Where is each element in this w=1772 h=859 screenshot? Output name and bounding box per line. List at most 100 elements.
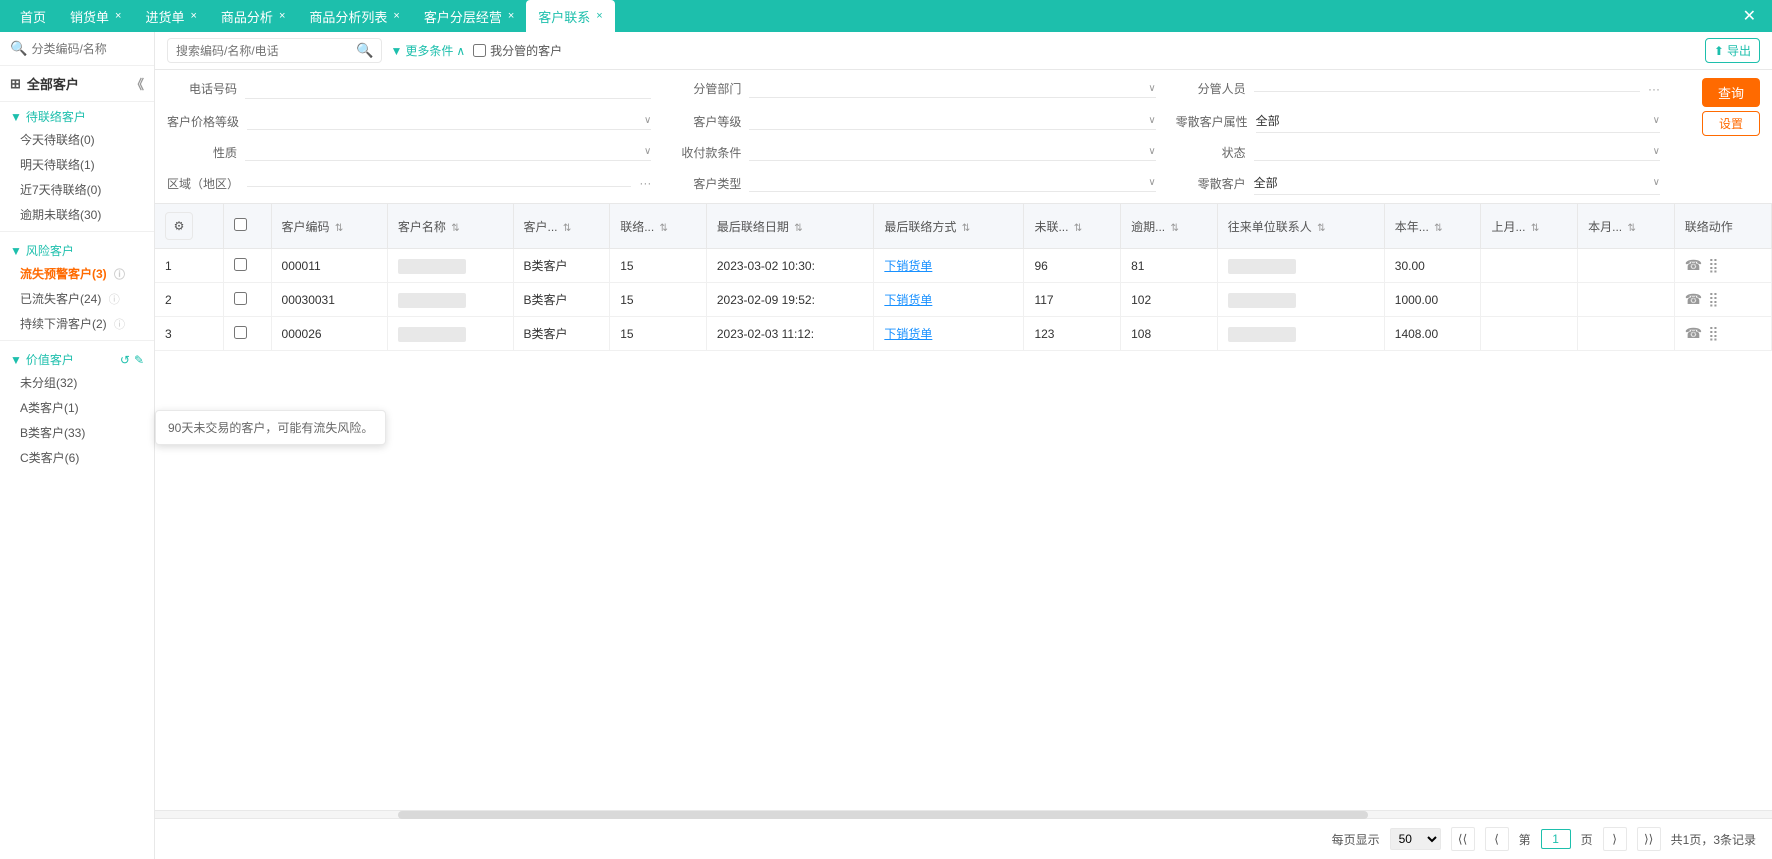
customer-type-chevron: ∨	[1148, 177, 1155, 188]
action-more-icon[interactable]: ⣿	[1708, 291, 1718, 308]
tab-customer-layer[interactable]: 客户分层经营 ×	[412, 0, 526, 32]
contact-method-link[interactable]: 下销货单	[884, 327, 932, 341]
tab-sales[interactable]: 销货单 ×	[58, 0, 133, 32]
payment-select[interactable]: ∨	[749, 143, 1155, 161]
tab-analysis-list[interactable]: 商品分析列表 ×	[297, 0, 411, 32]
tab-purchase-close[interactable]: ×	[190, 10, 196, 22]
edit-icon[interactable]: ✎	[134, 353, 144, 367]
th-last-method[interactable]: 最后联络方式 ⇅	[874, 204, 1024, 249]
zero-sale-attr-select[interactable]: 全部 ∨	[1256, 109, 1660, 133]
action-contact-icon[interactable]: ☎	[1685, 291, 1702, 308]
my-customers-checkbox[interactable]	[473, 44, 486, 57]
th-name[interactable]: 客户名称 ⇅	[387, 204, 513, 249]
sidebar-item-c-class[interactable]: C类客户(6)	[0, 445, 154, 470]
scrollbar-thumb[interactable]	[398, 811, 1368, 819]
manager-select[interactable]	[1254, 85, 1640, 92]
th-this-month-label: 本月...	[1588, 220, 1622, 234]
tab-customer-contact-close[interactable]: ×	[596, 10, 602, 22]
customer-level-select[interactable]: ∨	[749, 112, 1155, 130]
th-overdue[interactable]: 逾期... ⇅	[1121, 204, 1218, 249]
window-close-button[interactable]: ✕	[1735, 6, 1764, 26]
sidebar-search-input[interactable]	[31, 42, 144, 56]
sidebar-item-declining[interactable]: 持续下滑客户(2) ⓘ	[0, 311, 154, 336]
status-select[interactable]: ∨	[1254, 143, 1660, 161]
sidebar-group-pending[interactable]: ▼ 待联络客户	[0, 102, 154, 127]
region-dots[interactable]: ···	[639, 176, 651, 190]
tab-home[interactable]: 首页	[8, 0, 58, 32]
th-name-label: 客户名称	[398, 220, 446, 234]
horizontal-scrollbar[interactable]	[155, 810, 1772, 818]
th-code-sort: ⇅	[335, 223, 343, 234]
tab-sales-close[interactable]: ×	[115, 10, 121, 22]
cell-uncontacted: 123	[1024, 317, 1121, 351]
th-type[interactable]: 客户... ⇅	[513, 204, 610, 249]
th-contact-person[interactable]: 往来单位联系人 ⇅	[1217, 204, 1384, 249]
sidebar-collapse-icon[interactable]: 《	[131, 74, 144, 93]
tab-analysis-label: 商品分析	[221, 7, 273, 26]
tab-analysis[interactable]: 商品分析 ×	[209, 0, 297, 32]
page-next-btn[interactable]: ⟩	[1603, 827, 1627, 851]
select-all-checkbox[interactable]	[234, 218, 247, 231]
dept-select[interactable]: ∨	[749, 80, 1155, 98]
export-button[interactable]: ⬆ 导出	[1705, 38, 1760, 63]
sidebar-item-7days[interactable]: 近7天待联络(0)	[0, 177, 154, 202]
region-select[interactable]	[247, 180, 631, 187]
table-settings-btn[interactable]: ⚙	[165, 212, 193, 240]
row-checkbox-2[interactable]	[234, 326, 247, 339]
sidebar-item-churn-warning[interactable]: 流失预警客户(3) ⓘ	[0, 261, 154, 286]
cell-check	[223, 283, 271, 317]
more-conditions-btn[interactable]: ▼ 更多条件 ∧	[390, 42, 465, 59]
th-uncontacted[interactable]: 未联... ⇅	[1024, 204, 1121, 249]
per-page-select[interactable]: 50 100 200	[1390, 828, 1441, 850]
row-checkbox-1[interactable]	[234, 292, 247, 305]
sidebar-item-churned[interactable]: 已流失客户(24) ⓘ	[0, 286, 154, 311]
action-more-icon[interactable]: ⣿	[1708, 257, 1718, 274]
tab-analysis-list-close[interactable]: ×	[393, 10, 399, 22]
manager-dots[interactable]: ···	[1648, 82, 1660, 96]
gender-select[interactable]: ∨	[245, 143, 651, 161]
page-prev-btn[interactable]: ⟨	[1485, 827, 1509, 851]
settings-button[interactable]: 设置	[1702, 111, 1760, 136]
tab-purchase[interactable]: 进货单 ×	[133, 0, 208, 32]
sidebar-item-overdue[interactable]: 逾期未联络(30)	[0, 202, 154, 227]
row-checkbox-0[interactable]	[234, 258, 247, 271]
customer-type-select[interactable]: ∨	[749, 174, 1155, 192]
contact-method-link[interactable]: 下销货单	[884, 293, 932, 307]
filter-search-icon[interactable]: 🔍	[356, 42, 373, 59]
contact-method-link[interactable]: 下销货单	[884, 259, 932, 273]
price-level-select[interactable]: ∨	[247, 112, 651, 130]
sidebar-group-risk[interactable]: ▼ 风险客户	[0, 236, 154, 261]
tab-customer-contact[interactable]: 客户联系 ×	[526, 0, 614, 32]
page-last-btn[interactable]: ⟩⟩	[1637, 827, 1661, 851]
cell-contact: 15	[610, 283, 707, 317]
cell-action: ☎ ⣿	[1674, 283, 1771, 317]
th-last-month[interactable]: 上月... ⇅	[1481, 204, 1578, 249]
search-input[interactable]	[176, 44, 356, 58]
query-button[interactable]: 查询	[1702, 78, 1760, 107]
sidebar-item-today[interactable]: 今天待联络(0)	[0, 127, 154, 152]
sidebar-item-tomorrow[interactable]: 明天待联络(1)	[0, 152, 154, 177]
th-last-date[interactable]: 最后联络日期 ⇅	[706, 204, 873, 249]
refresh-icon[interactable]: ↺	[120, 353, 130, 367]
cell-name: ████	[387, 249, 513, 283]
action-contact-icon[interactable]: ☎	[1685, 257, 1702, 274]
sidebar-item-ungroup-label: 未分组(32)	[20, 376, 77, 390]
page-first-btn[interactable]: ⟨⟨	[1451, 827, 1475, 851]
tab-customer-layer-close[interactable]: ×	[508, 10, 514, 22]
th-contact[interactable]: 联络... ⇅	[610, 204, 707, 249]
page-number-input[interactable]	[1541, 829, 1571, 849]
zero-customer-select[interactable]: 全部 ∨	[1254, 171, 1660, 195]
phone-input[interactable]	[245, 78, 651, 99]
th-code-label: 客户编码	[282, 220, 330, 234]
th-code[interactable]: 客户编码 ⇅	[271, 204, 387, 249]
action-more-icon[interactable]: ⣿	[1708, 325, 1718, 342]
sidebar-item-a-class[interactable]: A类客户(1)	[0, 395, 154, 420]
tab-analysis-close[interactable]: ×	[279, 10, 285, 22]
th-this-month[interactable]: 本月... ⇅	[1578, 204, 1675, 249]
sidebar-all-customers[interactable]: ⊞ 全部客户 《	[0, 66, 154, 102]
th-this-year[interactable]: 本年... ⇅	[1384, 204, 1481, 249]
action-contact-icon[interactable]: ☎	[1685, 325, 1702, 342]
sidebar-group-value[interactable]: ▼ 价值客户 ↺ ✎	[0, 345, 154, 370]
sidebar-item-ungroup[interactable]: 未分组(32)	[0, 370, 154, 395]
sidebar-item-b-class[interactable]: B类客户(33)	[0, 420, 154, 445]
